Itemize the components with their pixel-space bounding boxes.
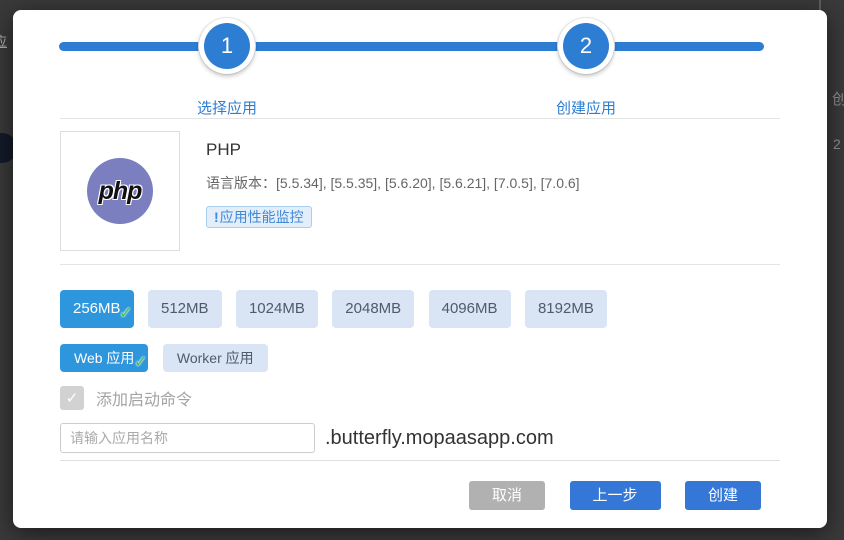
step-2-indicator[interactable]: 2 xyxy=(558,18,614,74)
app-versions-text: 语言版本：[5.5.34], [5.5.35], [5.6.20], [5.6.… xyxy=(206,175,580,191)
app-logo-card: php xyxy=(60,131,180,251)
step-2-label: 创建应用 xyxy=(555,100,616,117)
memory-option-512mb[interactable]: 512MB xyxy=(147,290,222,328)
domain-suffix-text: .butterfly.mopaasapp.com xyxy=(325,426,554,449)
step-1-number: 1 xyxy=(204,23,250,69)
app-name-input[interactable] xyxy=(60,423,315,453)
checkbox-check-icon: ✓ xyxy=(65,390,79,407)
previous-step-button[interactable]: 上一步 xyxy=(569,481,661,510)
memory-option-label: 512MB xyxy=(160,300,209,317)
memory-option-1024mb[interactable]: 1024MB xyxy=(235,290,318,328)
type-option-label: Web 应用 xyxy=(74,350,135,366)
create-button[interactable]: 创建 xyxy=(684,481,761,510)
step-1-label: 选择应用 xyxy=(196,100,257,117)
memory-option-8192mb[interactable]: 8192MB xyxy=(524,290,607,328)
step-2-number: 2 xyxy=(563,23,609,69)
startup-command-label: 添加启动命令 xyxy=(96,392,193,409)
performance-monitor-label: 应用性能监控 xyxy=(219,209,304,225)
memory-options-row: 256MB ✓ 512MB 1024MB 2048MB 4096MB 8192MB xyxy=(60,290,780,328)
memory-option-label: 2048MB xyxy=(345,300,402,317)
memory-option-label: 8192MB xyxy=(537,300,594,317)
wizard-stepper: 1 2 选择应用 创建应用 xyxy=(13,10,827,118)
memory-option-label: 4096MB xyxy=(441,300,498,317)
exclamation-icon: ! xyxy=(214,209,219,225)
background-text-fragment: 应 xyxy=(0,34,8,49)
app-info: PHP 语言版本：[5.5.34], [5.5.35], [5.6.20], [… xyxy=(206,131,580,251)
app-config-options: 256MB ✓ 512MB 1024MB 2048MB 4096MB 8192MB… xyxy=(13,265,827,453)
php-logo-icon: php xyxy=(87,158,153,224)
stepper-progress-bar xyxy=(59,42,764,51)
app-name-row: .butterfly.mopaasapp.com xyxy=(60,423,780,453)
app-type-options-row: Web 应用 ✓ Worker 应用 xyxy=(60,344,780,372)
step-1-indicator[interactable]: 1 xyxy=(199,18,255,74)
memory-option-256mb[interactable]: 256MB ✓ xyxy=(60,290,134,328)
type-option-label: Worker 应用 xyxy=(176,350,254,366)
selected-check-icon: ✓ xyxy=(134,354,148,371)
memory-option-4096mb[interactable]: 4096MB xyxy=(428,290,511,328)
background-text-fragment: 2 xyxy=(833,136,841,152)
create-app-modal: 1 2 选择应用 创建应用 php PHP 语言版本：[5.5.34], [5.… xyxy=(13,10,827,528)
type-option-worker[interactable]: Worker 应用 xyxy=(162,344,268,372)
cancel-button[interactable]: 取消 xyxy=(469,481,546,510)
selected-check-icon: ✓ xyxy=(119,305,133,322)
performance-monitor-badge: !应用性能监控 xyxy=(206,206,312,228)
startup-command-row: ✓ 添加启动命令 xyxy=(60,386,780,410)
memory-option-2048mb[interactable]: 2048MB xyxy=(332,290,415,328)
startup-command-checkbox[interactable]: ✓ xyxy=(60,386,84,410)
modal-footer: 取消 上一步 创建 xyxy=(60,460,780,510)
selected-app-section: php PHP 语言版本：[5.5.34], [5.5.35], [5.6.20… xyxy=(13,119,827,264)
memory-option-label: 1024MB xyxy=(248,300,305,317)
background-text-fragment: 创 xyxy=(832,91,844,108)
memory-option-label: 256MB xyxy=(73,300,121,317)
type-option-web[interactable]: Web 应用 ✓ xyxy=(60,344,149,372)
app-name-title: PHP xyxy=(206,140,241,159)
